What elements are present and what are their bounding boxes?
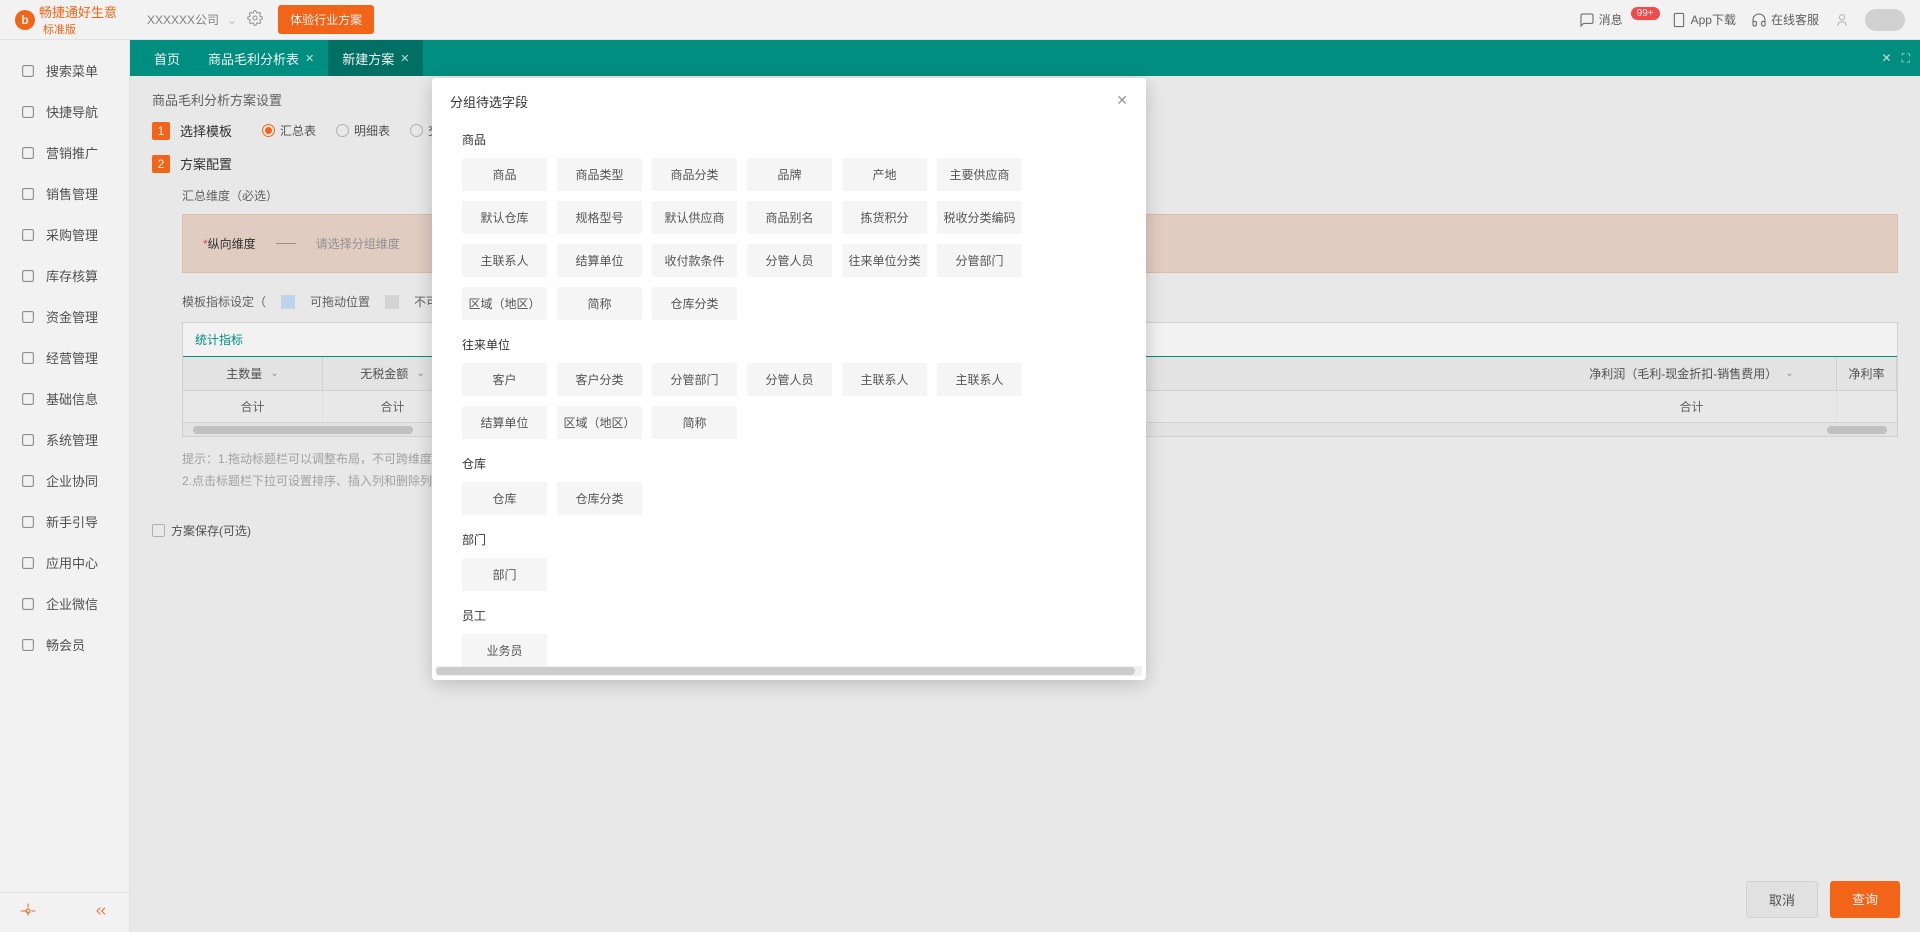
field-chip[interactable]: 商品: [462, 158, 547, 191]
field-chip[interactable]: 主要供应商: [937, 158, 1022, 191]
field-chip[interactable]: 仓库: [462, 482, 547, 515]
field-chip[interactable]: 结算单位: [557, 244, 642, 277]
close-icon[interactable]: ✕: [1116, 92, 1128, 111]
field-chip[interactable]: 业务员: [462, 634, 547, 666]
field-chip[interactable]: 往来单位分类: [842, 244, 927, 277]
field-group-title: 商品: [462, 131, 1116, 148]
field-chip[interactable]: 默认供应商: [652, 201, 737, 234]
field-chip[interactable]: 主联系人: [462, 244, 547, 277]
field-chip[interactable]: 品牌: [747, 158, 832, 191]
field-chip[interactable]: 默认仓库: [462, 201, 547, 234]
field-group-title: 仓库: [462, 455, 1116, 472]
modal-horizontal-scrollbar[interactable]: [436, 666, 1142, 676]
field-chip[interactable]: 收付款条件: [652, 244, 737, 277]
field-chip[interactable]: 税收分类编码: [937, 201, 1022, 234]
field-chip[interactable]: 分管人员: [747, 363, 832, 396]
field-selector-modal: 分组待选字段 ✕ 商品商品商品类型商品分类品牌产地主要供应商默认仓库规格型号默认…: [432, 78, 1146, 680]
field-chip[interactable]: 结算单位: [462, 406, 547, 439]
field-chip[interactable]: 拣货积分: [842, 201, 927, 234]
field-chip[interactable]: 分管部门: [937, 244, 1022, 277]
field-chip[interactable]: 主联系人: [937, 363, 1022, 396]
field-chip[interactable]: 区域（地区）: [557, 406, 642, 439]
field-chip[interactable]: 商品别名: [747, 201, 832, 234]
field-group-title: 往来单位: [462, 336, 1116, 353]
field-chip[interactable]: 商品类型: [557, 158, 642, 191]
field-chip[interactable]: 规格型号: [557, 201, 642, 234]
field-chip[interactable]: 分管人员: [747, 244, 832, 277]
field-chip[interactable]: 区域（地区）: [462, 287, 547, 320]
field-group-title: 部门: [462, 531, 1116, 548]
field-chip[interactable]: 简称: [557, 287, 642, 320]
field-chip[interactable]: 商品分类: [652, 158, 737, 191]
field-chip[interactable]: 客户: [462, 363, 547, 396]
field-chip[interactable]: 产地: [842, 158, 927, 191]
field-chip[interactable]: 仓库分类: [557, 482, 642, 515]
field-chip[interactable]: 仓库分类: [652, 287, 737, 320]
modal-title: 分组待选字段: [450, 92, 528, 111]
field-group-title: 员工: [462, 607, 1116, 624]
field-chip[interactable]: 主联系人: [842, 363, 927, 396]
field-chip[interactable]: 客户分类: [557, 363, 642, 396]
field-chip[interactable]: 部门: [462, 558, 547, 591]
field-chip[interactable]: 简称: [652, 406, 737, 439]
field-chip[interactable]: 分管部门: [652, 363, 737, 396]
